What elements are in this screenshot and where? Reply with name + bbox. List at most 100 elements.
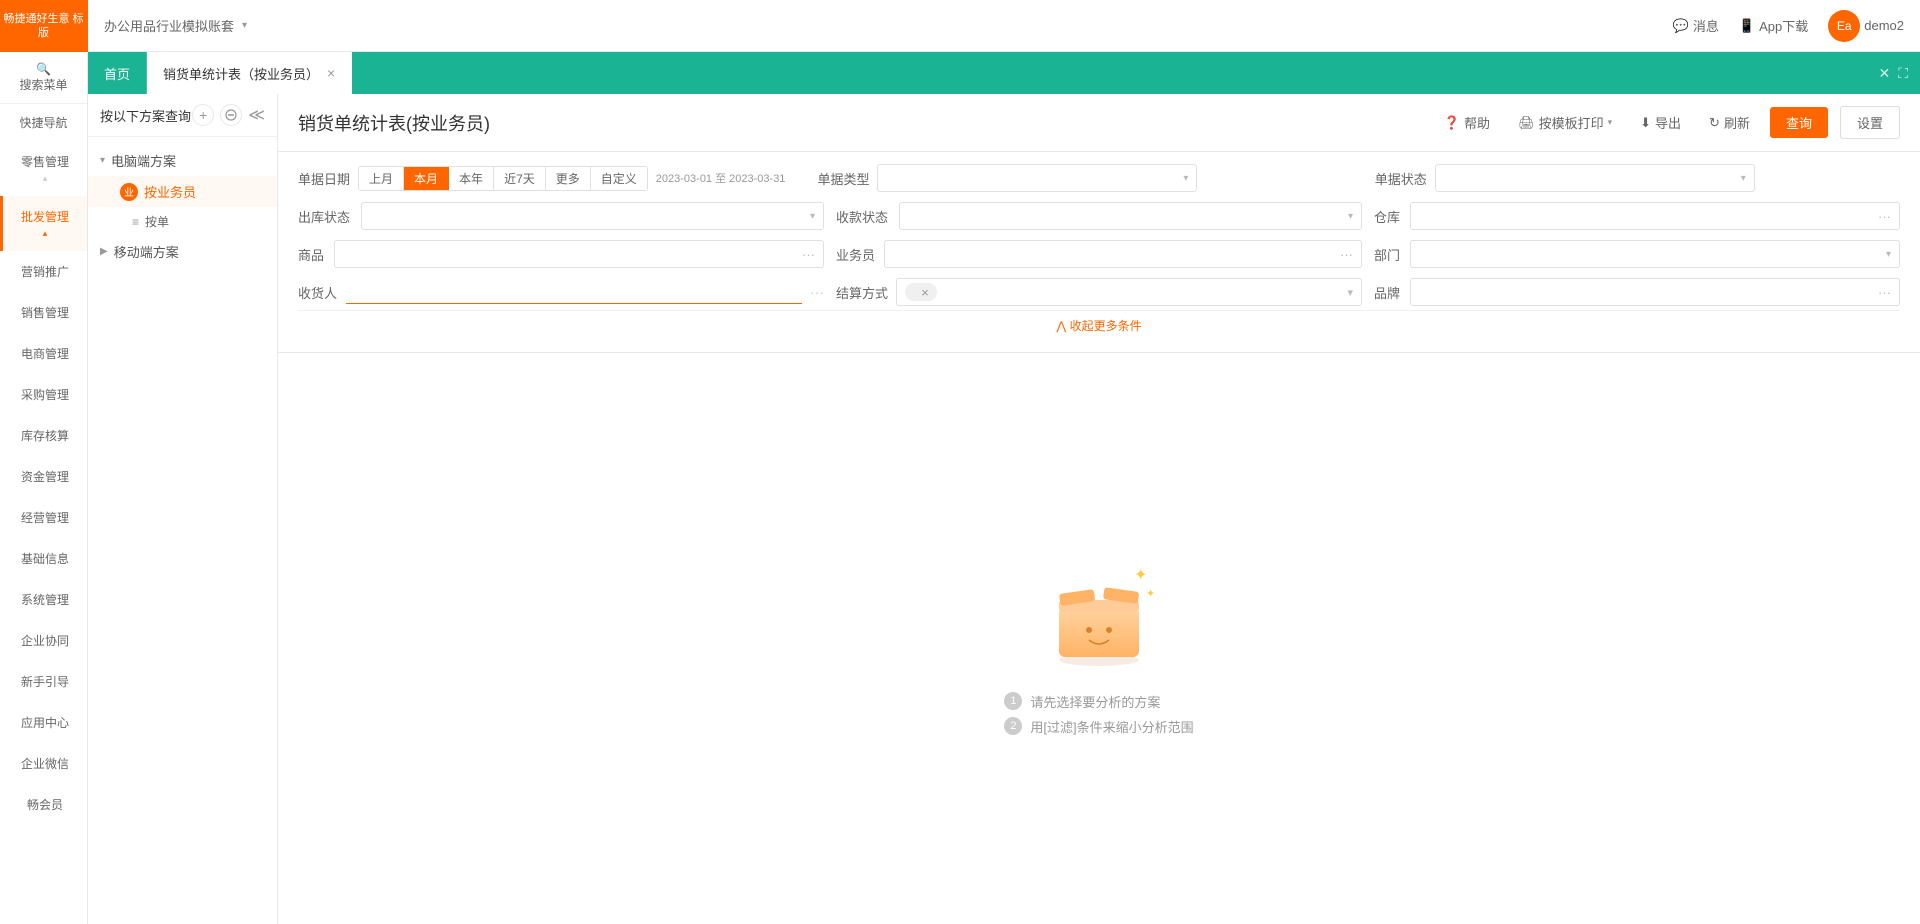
sidebar-item-inventory[interactable]: 库存核算 bbox=[0, 415, 87, 456]
company-name[interactable]: 办公用品行业模拟账套 bbox=[104, 16, 234, 35]
sidebar-item-ecommerce[interactable]: 电商管理 bbox=[0, 333, 87, 374]
consignee-input[interactable] bbox=[346, 280, 802, 304]
query-btn[interactable]: 查询 bbox=[1770, 107, 1828, 138]
sidebar-item-marketing[interactable]: 营销推广 bbox=[0, 251, 87, 292]
out-status-group: 出库状态 ▾ bbox=[298, 202, 824, 230]
date-btn-prev-month[interactable]: 上月 bbox=[359, 167, 404, 190]
doc-type-group: 单据类型 ▾ bbox=[797, 164, 1342, 192]
sidebar-item-operations[interactable]: 经营管理 bbox=[0, 497, 87, 538]
close-window-icon[interactable]: ✕ bbox=[1878, 65, 1890, 82]
user-menu[interactable]: Ea demo2 bbox=[1828, 10, 1904, 42]
pay-status-select[interactable]: ▾ bbox=[899, 202, 1362, 230]
left-panel-actions: + ≪ bbox=[192, 104, 265, 126]
retail-label: 零售管理 bbox=[3, 153, 87, 170]
sidebar-item-enterprise[interactable]: 企业协同 bbox=[0, 620, 87, 661]
filter-row-1: 单据日期 上月 本月 本年 近7天 更多 自定义 2023-03-01 至 20… bbox=[298, 164, 1900, 192]
sidebar-item-purchase[interactable]: 采购管理 bbox=[0, 374, 87, 415]
doc-type-select[interactable]: ▾ bbox=[877, 164, 1197, 192]
operations-label: 经营管理 bbox=[3, 509, 87, 526]
collapse-filters-btn[interactable]: ⋀ 收起更多条件 bbox=[298, 310, 1900, 340]
settlement-group: 结算方式 × ▾ bbox=[836, 278, 1362, 306]
tab-close-icon[interactable]: × bbox=[327, 66, 335, 80]
by-salesman-label: 按业务员 bbox=[144, 182, 196, 201]
brand-group: 品牌 ··· bbox=[1374, 278, 1900, 306]
sidebar-item-basics[interactable]: 基础信息 bbox=[0, 538, 87, 579]
print-dropdown-icon: ▾ bbox=[1608, 117, 1613, 128]
wechat-label: 企业微信 bbox=[3, 755, 87, 772]
settlement-clear-btn[interactable]: × bbox=[917, 284, 933, 300]
out-status-select[interactable]: ▾ bbox=[361, 202, 824, 230]
basics-label: 基础信息 bbox=[3, 550, 87, 567]
date-btn-this-month[interactable]: 本月 bbox=[404, 167, 449, 190]
sidebar-item-wechat[interactable]: 企业微信 bbox=[0, 743, 87, 784]
export-btn[interactable]: ⬇ 导出 bbox=[1632, 109, 1689, 136]
export-label: 导出 bbox=[1655, 113, 1681, 132]
refresh-btn[interactable]: ↻ 刷新 bbox=[1701, 109, 1758, 136]
right-panel: 销货单统计表(按业务员) ❓ 帮助 🖨 按模板打印 ▾ ⬇ 导出 bbox=[278, 94, 1920, 924]
brand-select[interactable]: ··· bbox=[1410, 278, 1900, 306]
brand-label: 品牌 bbox=[1374, 283, 1402, 302]
date-btn-more[interactable]: 更多 bbox=[546, 167, 591, 190]
desktop-scheme-group[interactable]: ▾ 电脑端方案 bbox=[88, 145, 277, 176]
settlement-arrow-icon: ▾ bbox=[1347, 286, 1353, 299]
settlement-select[interactable]: × ▾ bbox=[896, 278, 1362, 306]
tab-sales-stat[interactable]: 销货单统计表（按业务员） × bbox=[147, 52, 352, 94]
edit-scheme-btn[interactable] bbox=[220, 104, 242, 126]
system-label: 系统管理 bbox=[3, 591, 87, 608]
dept-label: 部门 bbox=[1374, 245, 1402, 264]
collapse-panel-btn[interactable]: ≪ bbox=[248, 105, 265, 125]
settings-btn[interactable]: 设置 bbox=[1840, 106, 1900, 139]
sidebar-item-retail[interactable]: 零售管理 ▴ bbox=[0, 141, 87, 196]
by-salesman-item[interactable]: 业 按业务员 bbox=[88, 176, 277, 207]
salesman-dots: ··· bbox=[1340, 247, 1353, 262]
download-icon: 📱 bbox=[1739, 18, 1755, 34]
dept-select[interactable]: ▾ bbox=[1410, 240, 1900, 268]
sidebar-item-wholesale[interactable]: 批发管理 ▴ bbox=[0, 196, 87, 251]
app-logo[interactable]: 畅捷通好生意 标版 bbox=[0, 0, 88, 52]
print-btn[interactable]: 🖨 按模板打印 ▾ bbox=[1510, 109, 1620, 136]
message-btn[interactable]: 💬 消息 bbox=[1673, 16, 1719, 35]
date-range-text: 2023-03-01 至 2023-03-31 bbox=[656, 170, 786, 186]
sidebar-item-finance[interactable]: 资金管理 bbox=[0, 456, 87, 497]
mobile-scheme-group[interactable]: ▶ 移动端方案 bbox=[88, 236, 277, 267]
tab-home[interactable]: 首页 bbox=[88, 52, 147, 94]
date-btn-custom[interactable]: 自定义 bbox=[591, 167, 647, 190]
date-btn-this-year[interactable]: 本年 bbox=[449, 167, 494, 190]
maximize-window-icon[interactable]: ⛶ bbox=[1898, 65, 1908, 82]
salesman-select[interactable]: ··· bbox=[884, 240, 1362, 268]
warehouse-select[interactable]: ··· bbox=[1410, 202, 1900, 230]
doc-status-arrow: ▾ bbox=[1741, 173, 1746, 184]
add-scheme-btn[interactable]: + bbox=[192, 104, 214, 126]
quick-nav[interactable]: 快捷导航 bbox=[0, 104, 87, 141]
sidebar-item-member[interactable]: 畅会员 bbox=[0, 784, 87, 825]
sidebar-item-sales[interactable]: 销售管理 bbox=[0, 292, 87, 333]
page-title: 销货单统计表(按业务员) bbox=[298, 110, 490, 136]
sidebar-item-guide[interactable]: 新手引导 bbox=[0, 661, 87, 702]
export-icon: ⬇ bbox=[1640, 115, 1651, 131]
logo-text: 畅捷通好生意 标版 bbox=[0, 12, 88, 41]
apps-label: 应用中心 bbox=[3, 714, 87, 731]
consignee-dots[interactable]: ··· bbox=[810, 284, 824, 300]
by-order-item[interactable]: ≡ 按单 bbox=[88, 207, 277, 236]
filter-row-4: 收货人 ··· 结算方式 × ▾ bbox=[298, 278, 1900, 306]
date-btn-7days[interactable]: 近7天 bbox=[494, 167, 546, 190]
doc-type-label: 单据类型 bbox=[817, 169, 869, 188]
company-dropdown-icon[interactable]: ▾ bbox=[242, 20, 247, 31]
goods-select[interactable]: ··· bbox=[334, 240, 824, 268]
scheme-tree: ▾ 电脑端方案 业 按业务员 ≡ 按单 ▶ 移动端方案 bbox=[88, 137, 277, 275]
message-icon: 💬 bbox=[1673, 18, 1689, 34]
sidebar-item-apps[interactable]: 应用中心 bbox=[0, 702, 87, 743]
empty-state: ✦ ✦ bbox=[1004, 542, 1193, 736]
refresh-label: 刷新 bbox=[1724, 113, 1750, 132]
avatar: Ea bbox=[1828, 10, 1860, 42]
doc-status-select[interactable]: ▾ bbox=[1435, 164, 1755, 192]
search-menu[interactable]: 🔍 搜索菜单 bbox=[0, 52, 87, 104]
out-status-arrow: ▾ bbox=[810, 211, 815, 222]
help-btn[interactable]: ❓ 帮助 bbox=[1436, 109, 1498, 136]
date-filter-group: 单据日期 上月 本月 本年 近7天 更多 自定义 2023-03-01 至 20… bbox=[298, 166, 785, 191]
message-label: 消息 bbox=[1693, 16, 1719, 35]
sidebar-item-system[interactable]: 系统管理 bbox=[0, 579, 87, 620]
app-download-btn[interactable]: 📱 App下载 bbox=[1739, 16, 1808, 35]
tab-spacer bbox=[352, 52, 1866, 94]
page-header-actions: ❓ 帮助 🖨 按模板打印 ▾ ⬇ 导出 ↻ 刷新 bbox=[1436, 106, 1900, 139]
